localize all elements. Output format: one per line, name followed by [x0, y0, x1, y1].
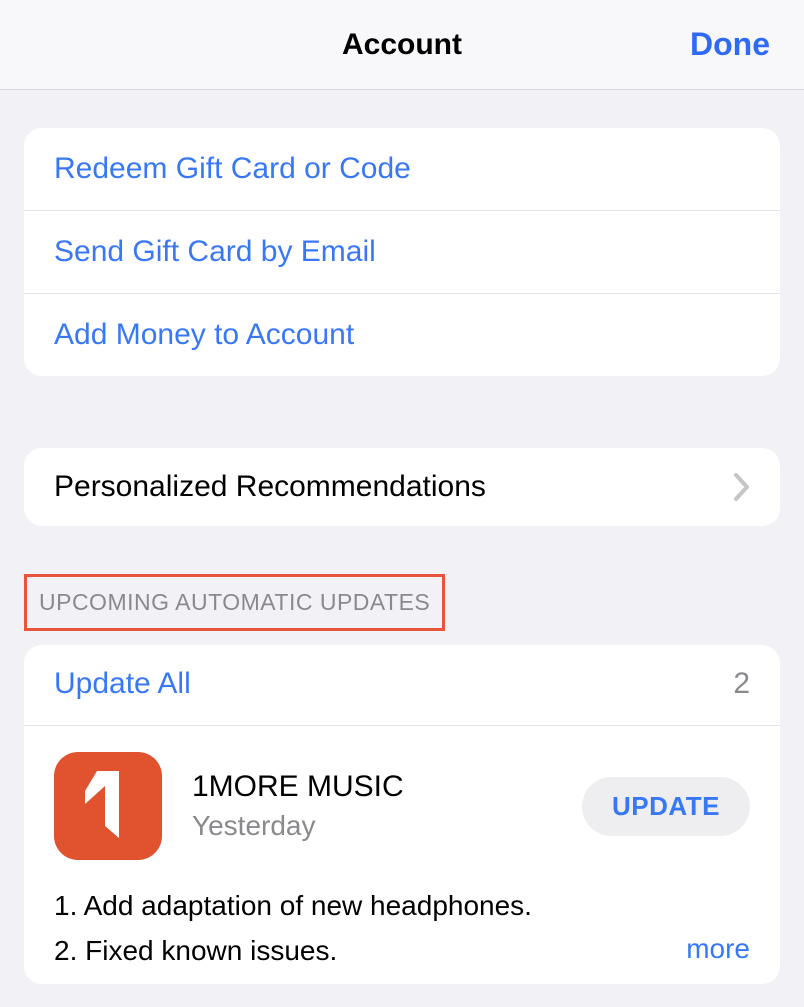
personalized-recommendations-label: Personalized Recommendations [54, 470, 486, 504]
release-notes: 1. Add adaptation of new headphones. 2. … [24, 878, 780, 984]
update-count-badge: 2 [733, 667, 750, 701]
updates-section: Update All 2 1MORE MUSIC Yesterday UPDAT… [24, 645, 780, 984]
upcoming-updates-header: UPCOMING AUTOMATIC UPDATES [24, 574, 445, 631]
gift-card-section: Redeem Gift Card or Code Send Gift Card … [24, 128, 780, 376]
more-link[interactable]: more [670, 927, 750, 972]
app-update-item: 1MORE MUSIC Yesterday UPDATE 1. Add adap… [24, 726, 780, 984]
app-update-date: Yesterday [192, 810, 552, 842]
app-meta: 1MORE MUSIC Yesterday [192, 770, 552, 842]
personalized-recommendations-row[interactable]: Personalized Recommendations [24, 448, 780, 526]
app-icon[interactable] [54, 752, 162, 860]
page-title: Account [342, 28, 462, 62]
send-gift-card-row[interactable]: Send Gift Card by Email [24, 211, 780, 294]
update-all-button[interactable]: Update All [54, 667, 191, 701]
update-all-row: Update All 2 [24, 645, 780, 726]
nav-bar: Account Done [0, 0, 804, 90]
release-note-line: 2. Fixed known issues. [54, 929, 750, 974]
redeem-gift-card-row[interactable]: Redeem Gift Card or Code [24, 128, 780, 211]
update-button[interactable]: UPDATE [582, 777, 750, 836]
done-button[interactable]: Done [690, 26, 770, 63]
add-money-row[interactable]: Add Money to Account [24, 294, 780, 376]
chevron-right-icon [734, 473, 750, 501]
release-note-line: 1. Add adaptation of new headphones. [54, 884, 750, 929]
app-row: 1MORE MUSIC Yesterday UPDATE [24, 726, 780, 878]
app-name: 1MORE MUSIC [192, 770, 552, 804]
